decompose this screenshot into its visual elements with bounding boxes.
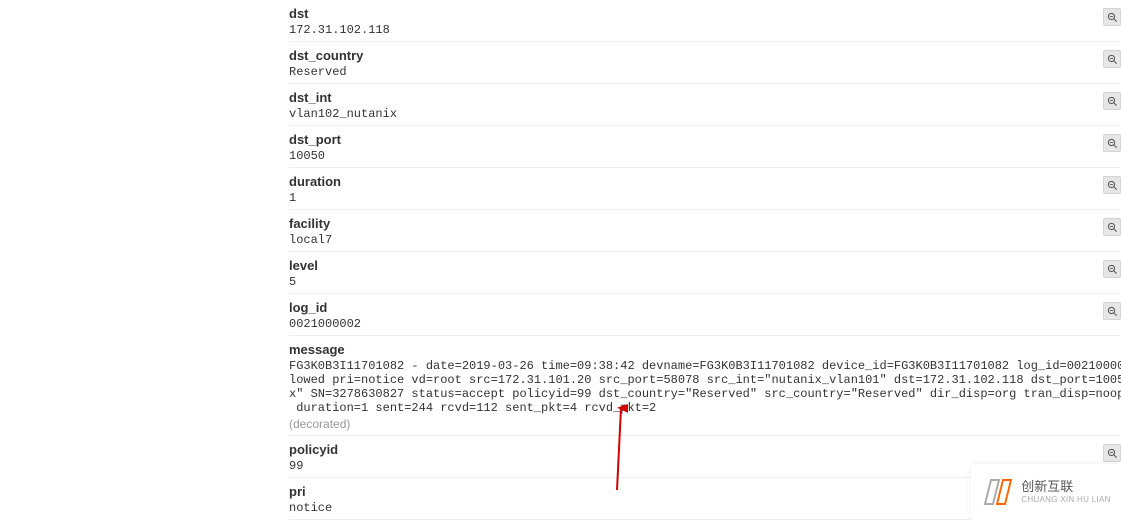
zoom-out-icon[interactable] [1103, 176, 1121, 194]
field-log_id: log_id 0021000002 [289, 294, 1121, 336]
zoom-out-icon[interactable] [1103, 134, 1121, 152]
field-dst: dst 172.31.102.118 [289, 0, 1121, 42]
zoom-out-icon[interactable] [1103, 218, 1121, 236]
field-label: message [289, 342, 1121, 357]
logo-text-en: CHUANG XIN HU LIAN [1021, 495, 1110, 505]
zoom-out-icon[interactable] [1103, 92, 1121, 110]
field-label: facility [289, 216, 1121, 231]
logo-mark [981, 475, 1015, 509]
field-message: message FG3K0B3I11701082 - date=2019-03-2… [289, 336, 1121, 436]
field-label: level [289, 258, 1121, 273]
field-value: FG3K0B3I11701082 - date=2019-03-26 time=… [289, 359, 1121, 415]
field-value: 5 [289, 275, 1121, 289]
zoom-out-icon[interactable] [1103, 444, 1121, 462]
field-value: Reserved [289, 65, 1121, 79]
field-value: local7 [289, 233, 1121, 247]
field-label: dst_port [289, 132, 1121, 147]
zoom-out-icon[interactable] [1103, 8, 1121, 26]
field-label: dst [289, 6, 1121, 21]
field-label: dst_country [289, 48, 1121, 63]
zoom-out-icon[interactable] [1103, 260, 1121, 278]
field-label: policyid [289, 442, 1121, 457]
field-label: duration [289, 174, 1121, 189]
field-dst_country: dst_country Reserved [289, 42, 1121, 84]
zoom-out-icon[interactable] [1103, 50, 1121, 68]
zoom-out-icon[interactable] [1103, 302, 1121, 320]
field-facility: facility local7 [289, 210, 1121, 252]
field-value: vlan102_nutanix [289, 107, 1121, 121]
field-dst_int: dst_int vlan102_nutanix [289, 84, 1121, 126]
watermark-logo: 创新互联 CHUANG XIN HU LIAN [971, 464, 1121, 520]
field-level: level 5 [289, 252, 1121, 294]
log-fields-panel: dst172.31.102.118dst_countryReserveddst_… [289, 0, 1121, 520]
field-dst_port: dst_port 10050 [289, 126, 1121, 168]
field-value: 1 [289, 191, 1121, 205]
decorated-note: (decorated) [289, 417, 1121, 431]
field-value: 0021000002 [289, 317, 1121, 331]
field-label: dst_int [289, 90, 1121, 105]
logo-text-cn: 创新互联 [1021, 479, 1110, 495]
field-duration: duration 1 [289, 168, 1121, 210]
field-value: 172.31.102.118 [289, 23, 1121, 37]
field-label: log_id [289, 300, 1121, 315]
field-value: 10050 [289, 149, 1121, 163]
